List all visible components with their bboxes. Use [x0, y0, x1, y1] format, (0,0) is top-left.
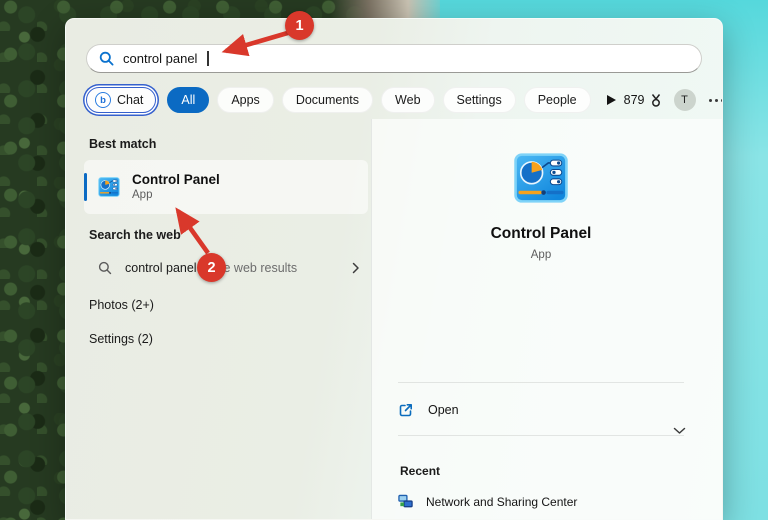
annotation-badge-1: 1: [285, 11, 314, 40]
tab-documents-label: Documents: [296, 93, 359, 107]
preview-subtitle: App: [398, 249, 684, 261]
tab-chat-label: Chat: [117, 93, 143, 107]
best-match-title: Control Panel: [132, 171, 220, 188]
tab-people-label: People: [538, 93, 577, 107]
web-search-icon: [98, 261, 112, 275]
open-label: Open: [428, 403, 459, 417]
preview-pane: Control Panel App Open Recent: [371, 119, 722, 519]
tab-web-label: Web: [395, 93, 420, 107]
control-panel-icon-large: [514, 153, 568, 203]
divider: [398, 382, 684, 383]
best-match-subtitle: App: [132, 188, 220, 203]
annotation-badge-2-label: 2: [207, 260, 215, 276]
preview-app-block: Control Panel App: [398, 153, 684, 261]
open-external-icon: [398, 402, 414, 418]
tab-documents[interactable]: Documents: [282, 87, 373, 113]
rewards-medal-icon: [649, 93, 663, 108]
rewards-count: 879: [624, 93, 645, 107]
search-query-text: control panel: [123, 51, 197, 66]
group-photos[interactable]: Photos (2+): [89, 298, 154, 312]
avatar-initial: T: [681, 94, 688, 106]
open-action[interactable]: Open: [398, 395, 459, 425]
web-suggestion-row[interactable]: control panel- See web results: [84, 253, 368, 283]
search-toolbar: 879 T b: [624, 88, 723, 113]
rewards-counter[interactable]: 879: [624, 93, 663, 108]
recent-item[interactable]: Network and Sharing Center: [398, 488, 684, 515]
group-settings[interactable]: Settings (2): [89, 332, 153, 346]
recent-item-label: Network and Sharing Center: [426, 495, 577, 509]
search-flyout: control panel b Chat All Apps Documents …: [65, 18, 723, 520]
search-icon: [99, 51, 114, 66]
annotation-badge-2: 2: [197, 253, 226, 282]
bing-chat-icon: b: [95, 92, 111, 108]
tab-all[interactable]: All: [167, 87, 209, 113]
preview-title: Control Panel: [398, 225, 684, 243]
recent-item[interactable]: Uninstall a program: [398, 515, 684, 520]
search-web-header: Search the web: [89, 228, 181, 242]
tab-settings-label: Settings: [457, 93, 502, 107]
chevron-right-icon: [352, 262, 360, 274]
more-filters-icon[interactable]: [607, 95, 616, 105]
best-match-result[interactable]: Control Panel App: [84, 160, 368, 214]
user-avatar[interactable]: T: [674, 89, 696, 111]
more-options-icon[interactable]: [707, 99, 724, 102]
best-match-text: Control Panel App: [132, 171, 220, 203]
tab-web[interactable]: Web: [381, 87, 434, 113]
best-match-header: Best match: [89, 137, 156, 151]
search-filter-tabs: b Chat All Apps Documents Web Settings P…: [86, 86, 698, 114]
tab-chat[interactable]: b Chat: [86, 87, 156, 113]
tab-apps[interactable]: Apps: [217, 87, 274, 113]
tab-apps-label: Apps: [231, 93, 260, 107]
annotation-badge-1-label: 1: [295, 18, 303, 34]
control-panel-icon: [98, 177, 120, 197]
chevron-down-icon[interactable]: [673, 427, 686, 435]
tab-all-label: All: [181, 93, 195, 107]
desktop: control panel b Chat All Apps Documents …: [0, 0, 768, 520]
tab-people[interactable]: People: [524, 87, 591, 113]
search-input[interactable]: control panel: [86, 44, 702, 73]
network-icon: [398, 494, 413, 509]
web-suggestion-query: control panel: [125, 261, 197, 275]
divider: [398, 435, 684, 436]
tab-settings[interactable]: Settings: [443, 87, 516, 113]
text-caret: [207, 51, 209, 66]
recent-header: Recent: [400, 464, 440, 478]
